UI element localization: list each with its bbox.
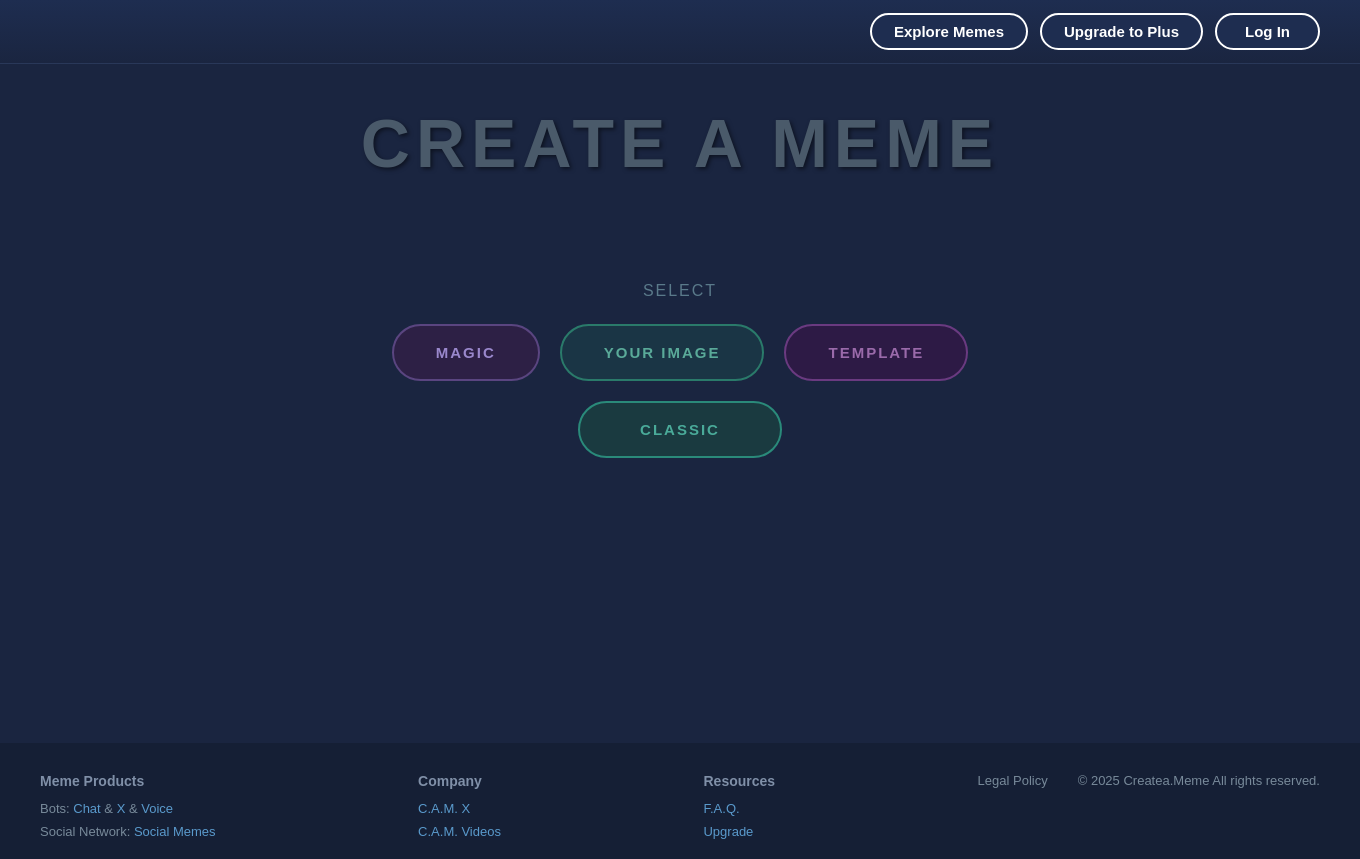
footer-faq-link[interactable]: F.A.Q. xyxy=(703,801,775,816)
footer-copyright: © 2025 Createa.Meme All rights reserved. xyxy=(1078,773,1320,788)
bots-x-link[interactable]: X xyxy=(117,801,126,816)
main-content: CREATE A MEME SELECT MAGIC YOUR IMAGE TE… xyxy=(0,64,1360,743)
your-image-button[interactable]: YOUR IMAGE xyxy=(560,324,765,381)
header: Explore Memes Upgrade to Plus Log In xyxy=(0,0,1360,64)
footer-resources-col: Resources F.A.Q. Upgrade xyxy=(703,773,775,839)
footer-company-heading: Company xyxy=(418,773,501,789)
footer-legal-link[interactable]: Legal Policy xyxy=(978,773,1048,788)
login-button[interactable]: Log In xyxy=(1215,13,1320,50)
template-button[interactable]: TEMPLATE xyxy=(784,324,968,381)
magic-button[interactable]: MAGIC xyxy=(392,324,540,381)
footer-company-col: Company C.A.M. X C.A.M. Videos xyxy=(418,773,501,839)
footer-cam-videos-link[interactable]: C.A.M. Videos xyxy=(418,824,501,839)
upgrade-button[interactable]: Upgrade to Plus xyxy=(1040,13,1203,50)
footer-cam-x-link[interactable]: C.A.M. X xyxy=(418,801,501,816)
select-label: SELECT xyxy=(643,282,717,300)
bots-voice-link[interactable]: Voice xyxy=(141,801,173,816)
footer-social-text: Social Network: Social Memes xyxy=(40,824,216,839)
mode-buttons-row: MAGIC YOUR IMAGE TEMPLATE xyxy=(392,324,968,381)
footer-bots-text: Bots: Chat & X & Voice xyxy=(40,801,216,816)
mode-buttons-row-bottom: CLASSIC xyxy=(578,401,782,458)
bots-chat-link[interactable]: Chat xyxy=(73,801,100,816)
explore-memes-button[interactable]: Explore Memes xyxy=(870,13,1028,50)
page-title: CREATE A MEME xyxy=(361,104,999,182)
footer-upgrade-link[interactable]: Upgrade xyxy=(703,824,775,839)
classic-button[interactable]: CLASSIC xyxy=(578,401,782,458)
footer-resources-heading: Resources xyxy=(703,773,775,789)
footer-products-heading: Meme Products xyxy=(40,773,216,789)
social-link[interactable]: Social Memes xyxy=(134,824,216,839)
bots-prefix: Bots: xyxy=(40,801,73,816)
footer-products-col: Meme Products Bots: Chat & X & Voice Soc… xyxy=(40,773,216,839)
footer: Meme Products Bots: Chat & X & Voice Soc… xyxy=(0,743,1360,859)
social-prefix: Social Network: xyxy=(40,824,134,839)
footer-legal-col: Legal Policy © 2025 Createa.Meme All rig… xyxy=(978,773,1320,788)
